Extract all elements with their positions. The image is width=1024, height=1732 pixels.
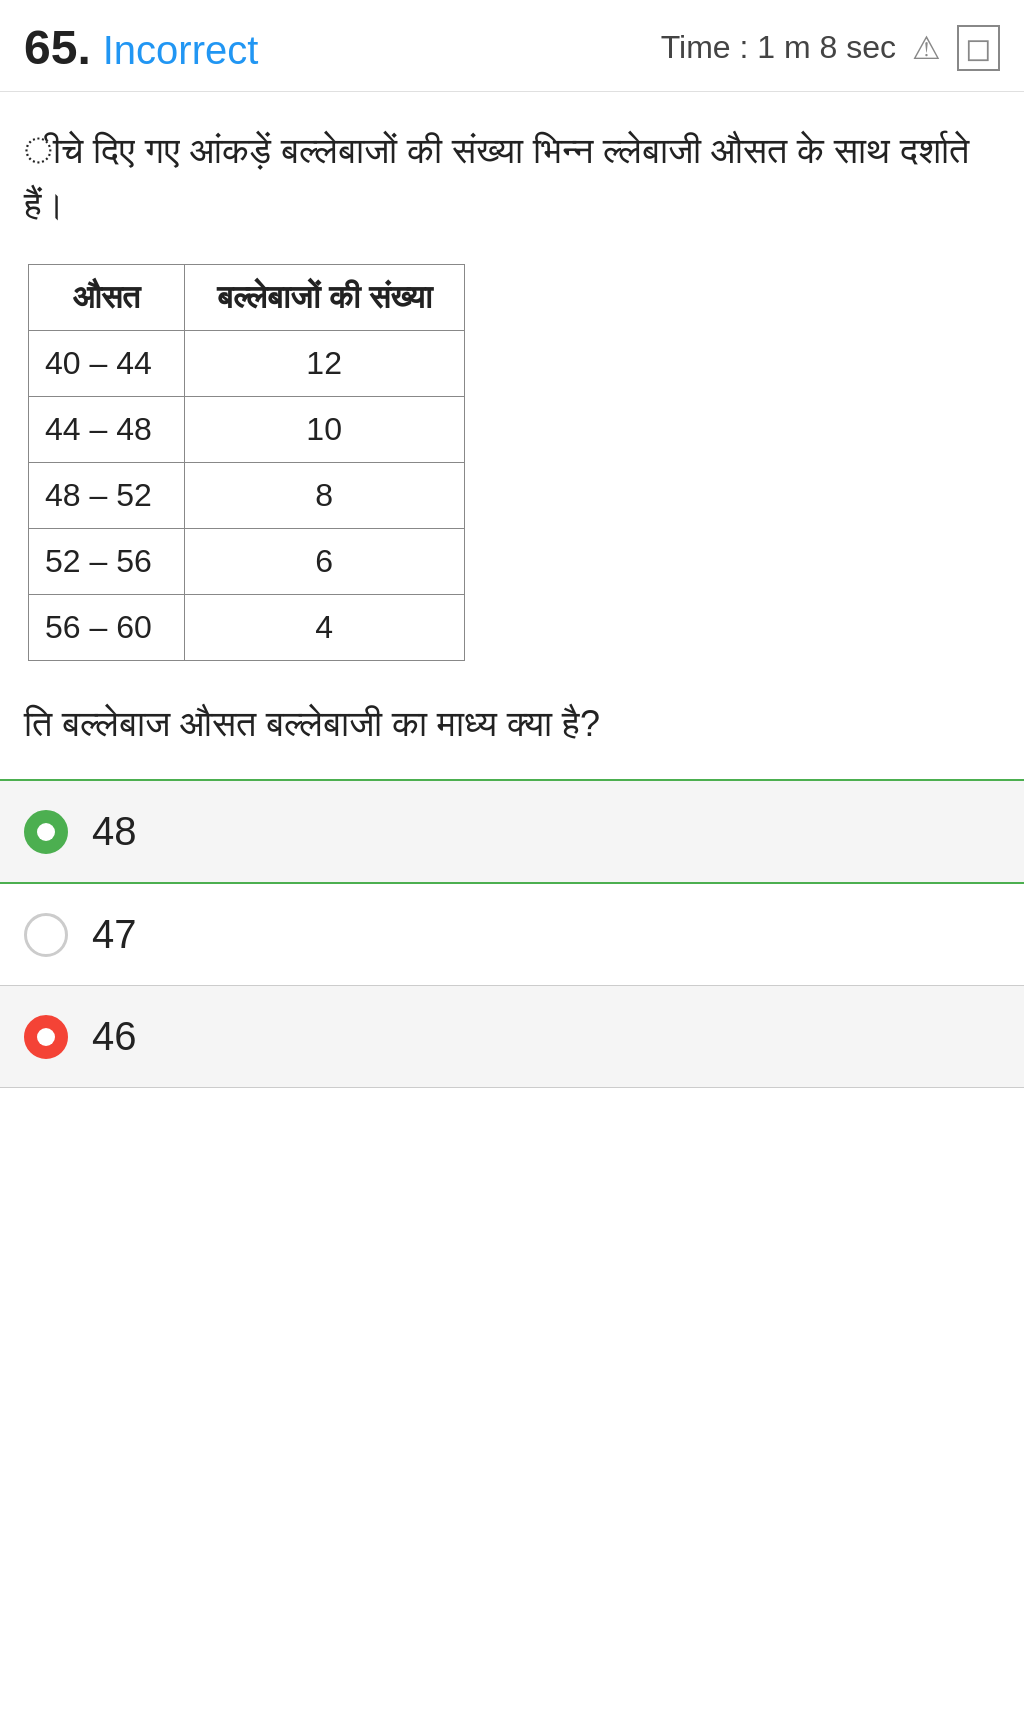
table-cell-count: 10 bbox=[184, 397, 464, 463]
table-cell-count: 12 bbox=[184, 331, 464, 397]
alert-icon[interactable]: ⚠ bbox=[912, 29, 941, 67]
table-cell-count: 6 bbox=[184, 529, 464, 595]
option-text-opt1: 48 bbox=[92, 809, 137, 854]
table-cell-count: 4 bbox=[184, 595, 464, 661]
option-item-3[interactable]: 46 bbox=[0, 986, 1024, 1087]
option-divider-3 bbox=[0, 1087, 1024, 1088]
table-row: 40 – 4412 bbox=[29, 331, 465, 397]
table-row: 56 – 604 bbox=[29, 595, 465, 661]
time-label: Time : 1 m 8 sec bbox=[661, 29, 896, 66]
table-cell-count: 8 bbox=[184, 463, 464, 529]
option-item-2[interactable]: 47 bbox=[0, 884, 1024, 985]
radio-opt1[interactable] bbox=[24, 810, 68, 854]
option-text-opt3: 46 bbox=[92, 1014, 137, 1059]
table-cell-range: 44 – 48 bbox=[29, 397, 185, 463]
header-right: Time : 1 m 8 sec ⚠ ◻ bbox=[661, 25, 1000, 71]
col1-header: औसत bbox=[29, 265, 185, 331]
status-label: Incorrect bbox=[103, 28, 259, 73]
table-cell-range: 48 – 52 bbox=[29, 463, 185, 529]
table-cell-range: 52 – 56 bbox=[29, 529, 185, 595]
question-ask: ति बल्लेबाज औसत बल्लेबाजी का माध्य क्या … bbox=[24, 697, 1000, 751]
question-number: 65. bbox=[24, 20, 91, 75]
bookmark-icon[interactable]: ◻ bbox=[957, 25, 1000, 71]
data-table: औसत बल्लेबाजों की संख्या 40 – 441244 – 4… bbox=[28, 264, 465, 661]
radio-opt2[interactable] bbox=[24, 913, 68, 957]
col2-header: बल्लेबाजों की संख्या bbox=[184, 265, 464, 331]
table-row: 48 – 528 bbox=[29, 463, 465, 529]
table-cell-range: 56 – 60 bbox=[29, 595, 185, 661]
header-left: 65. Incorrect bbox=[24, 20, 258, 75]
radio-opt3[interactable] bbox=[24, 1015, 68, 1059]
question-header: 65. Incorrect Time : 1 m 8 sec ⚠ ◻ bbox=[0, 0, 1024, 92]
question-body: ीचे दिए गए आंकड़ें बल्लेबाजों की संख्या … bbox=[0, 92, 1024, 779]
option-text-opt2: 47 bbox=[92, 912, 137, 957]
options-container: 48 47 46 bbox=[0, 781, 1024, 1088]
option-item-1[interactable]: 48 bbox=[0, 781, 1024, 882]
question-intro: ीचे दिए गए आंकड़ें बल्लेबाजों की संख्या … bbox=[24, 124, 1000, 232]
table-cell-range: 40 – 44 bbox=[29, 331, 185, 397]
table-row: 52 – 566 bbox=[29, 529, 465, 595]
table-row: 44 – 4810 bbox=[29, 397, 465, 463]
